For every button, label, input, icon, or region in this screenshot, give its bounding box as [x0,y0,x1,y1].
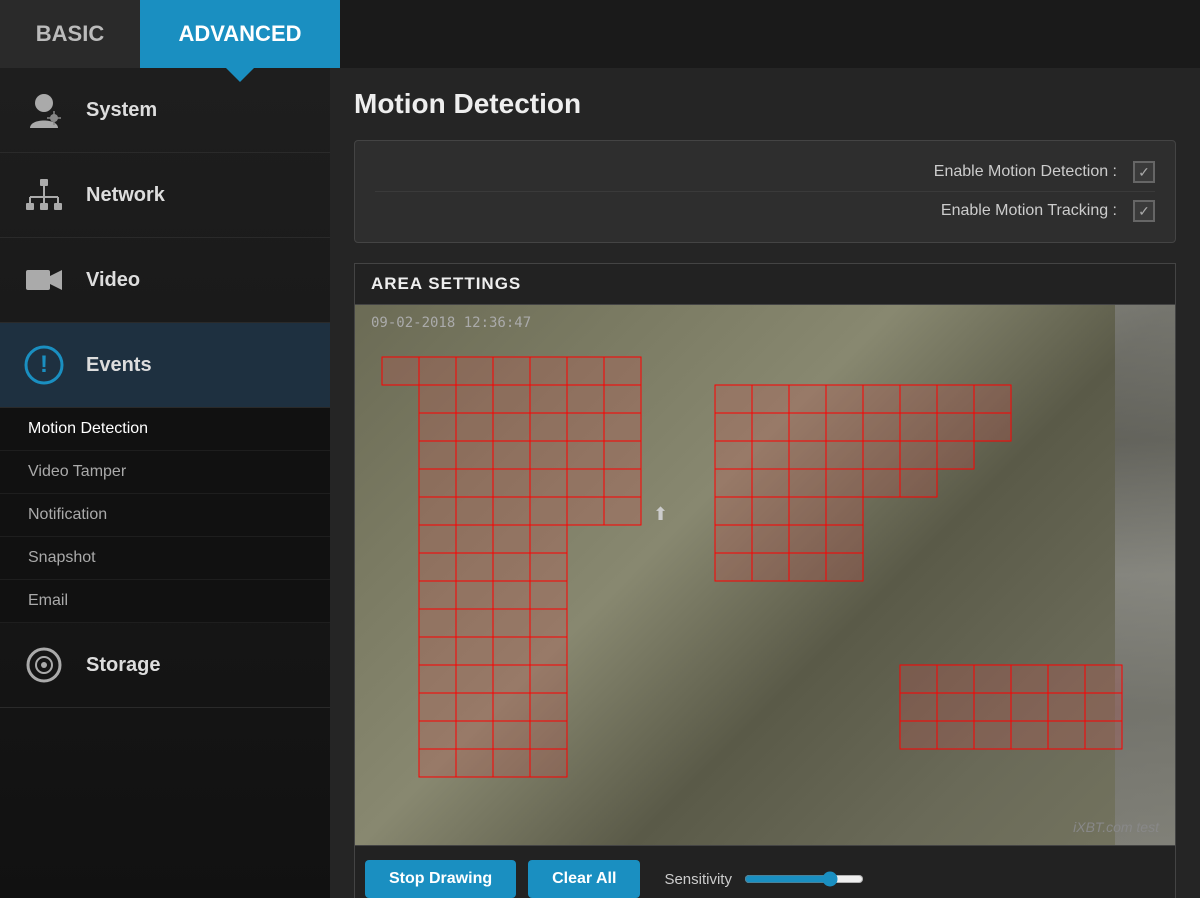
sidebar-video-label: Video [86,269,140,292]
sidebar-item-system[interactable]: System [0,68,330,153]
camera-view[interactable]: 09-02-2018 12:36:47 iXBT.com test [355,305,1175,845]
motion-tracking-row: Enable Motion Tracking : ✓ [375,192,1155,230]
tab-basic[interactable]: BASIC [0,0,140,68]
content-area: Motion Detection Enable Motion Detection… [330,68,1200,898]
video-icon [20,256,68,304]
sub-item-video-tamper[interactable]: Video Tamper [0,451,330,494]
settings-box: Enable Motion Detection : ✓ Enable Motio… [354,140,1176,243]
sidebar-item-events[interactable]: ! Events [0,323,330,408]
motion-detection-label: Enable Motion Detection : [375,163,1133,181]
tab-advanced[interactable]: ADVANCED [140,0,340,68]
motion-tracking-label: Enable Motion Tracking : [375,202,1133,220]
area-settings-header: AREA SETTINGS [355,264,1175,305]
sensitivity-label: Sensitivity [664,871,732,888]
system-icon [20,86,68,134]
sub-item-notification[interactable]: Notification [0,494,330,537]
svg-text:!: ! [40,351,48,378]
events-icon: ! [20,341,68,389]
sidebar: System Network [0,68,330,898]
stop-drawing-button[interactable]: Stop Drawing [365,860,516,898]
sub-item-snapshot[interactable]: Snapshot [0,537,330,580]
clear-all-button[interactable]: Clear All [528,860,640,898]
sidebar-item-network[interactable]: Network [0,153,330,238]
sensitivity-slider[interactable] [744,871,864,887]
area-settings: AREA SETTINGS 09-02-2018 12:36:47 iXBT.c… [354,263,1176,898]
sidebar-events-label: Events [86,354,152,377]
sub-item-email[interactable]: Email [0,580,330,623]
sidebar-storage-label: Storage [86,654,160,677]
events-sub-menu: Motion Detection Video Tamper Notificati… [0,408,330,623]
page-title: Motion Detection [354,88,1176,120]
network-icon [20,171,68,219]
sidebar-item-video[interactable]: Video [0,238,330,323]
motion-detection-checkbox[interactable]: ✓ [1133,161,1155,183]
motion-detection-row: Enable Motion Detection : ✓ [375,153,1155,192]
main-layout: System Network [0,68,1200,898]
bottom-controls: Stop Drawing Clear All Sensitivity [355,845,1175,898]
sidebar-item-storage[interactable]: Storage [0,623,330,708]
sidebar-system-label: System [86,99,157,122]
storage-icon [20,641,68,689]
sub-item-motion-detection[interactable]: Motion Detection [0,408,330,451]
motion-grid-overlay: ⬆ [355,305,1175,845]
sidebar-network-label: Network [86,184,165,207]
motion-tracking-checkbox[interactable]: ✓ [1133,200,1155,222]
top-tabs: BASIC ADVANCED [0,0,1200,68]
svg-text:⬆: ⬆ [653,504,668,524]
